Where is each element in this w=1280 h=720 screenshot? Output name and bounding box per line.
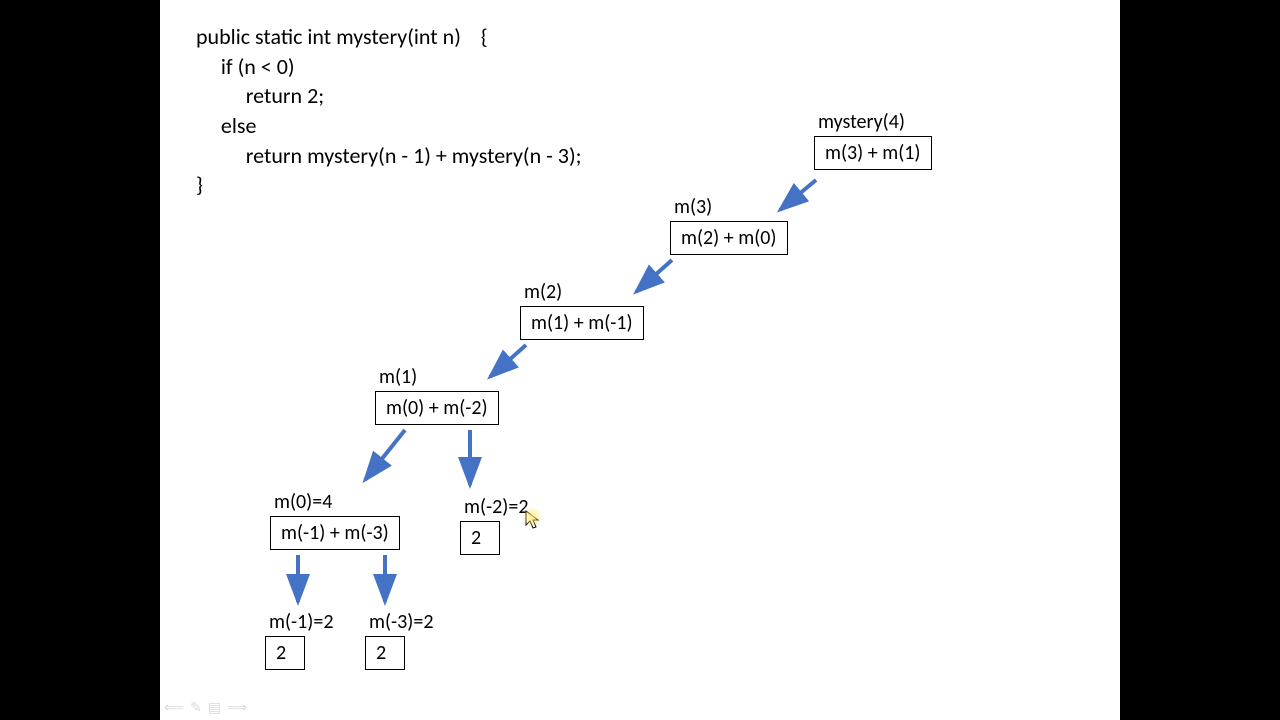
node-label: m(2) (520, 280, 644, 304)
node-label: m(1) (375, 365, 499, 389)
node-m3: m(3) m(2) + m(0) (670, 195, 788, 255)
node-m-neg2: m(-2)=2 2 (460, 495, 528, 555)
node-box: m(1) + m(-1) (520, 306, 644, 340)
node-box: 2 (365, 636, 405, 670)
code-line: public static int mystery(int n) { (196, 22, 582, 52)
node-box: 2 (460, 521, 500, 555)
code-line: } (196, 170, 582, 200)
menu-icon[interactable]: ▤ (208, 699, 221, 716)
node-box: m(2) + m(0) (670, 221, 788, 255)
node-label: m(-3)=2 (365, 610, 433, 634)
code-line: return 2; (196, 81, 582, 111)
node-label: m(0)=4 (270, 490, 400, 514)
node-box: 2 (265, 636, 305, 670)
pen-icon[interactable]: ✎ (190, 699, 202, 716)
slide-canvas: public static int mystery(int n) { if (n… (160, 0, 1120, 720)
node-box: m(0) + m(-2) (375, 391, 499, 425)
node-m-neg3: m(-3)=2 2 (365, 610, 433, 670)
node-m0: m(0)=4 m(-1) + m(-3) (270, 490, 400, 550)
node-label: mystery(4) (814, 110, 932, 134)
code-line: else (196, 111, 582, 141)
node-label: m(-2)=2 (460, 495, 528, 519)
node-label: m(-1)=2 (265, 610, 333, 634)
node-m1: m(1) m(0) + m(-2) (375, 365, 499, 425)
next-slide-icon[interactable]: ⟹ (227, 699, 247, 716)
node-mystery4: mystery(4) m(3) + m(1) (814, 110, 932, 170)
node-box: m(-1) + m(-3) (270, 516, 400, 550)
code-line: if (n < 0) (196, 52, 582, 82)
node-label: m(3) (670, 195, 788, 219)
presenter-nav-icons[interactable]: ⟸ ✎ ▤ ⟹ (164, 699, 247, 716)
code-line: return mystery(n - 1) + mystery(n - 3); (196, 141, 582, 171)
node-m2: m(2) m(1) + m(-1) (520, 280, 644, 340)
code-block: public static int mystery(int n) { if (n… (196, 22, 582, 200)
node-box: m(3) + m(1) (814, 136, 932, 170)
node-m-neg1: m(-1)=2 2 (265, 610, 333, 670)
prev-slide-icon[interactable]: ⟸ (164, 699, 184, 716)
